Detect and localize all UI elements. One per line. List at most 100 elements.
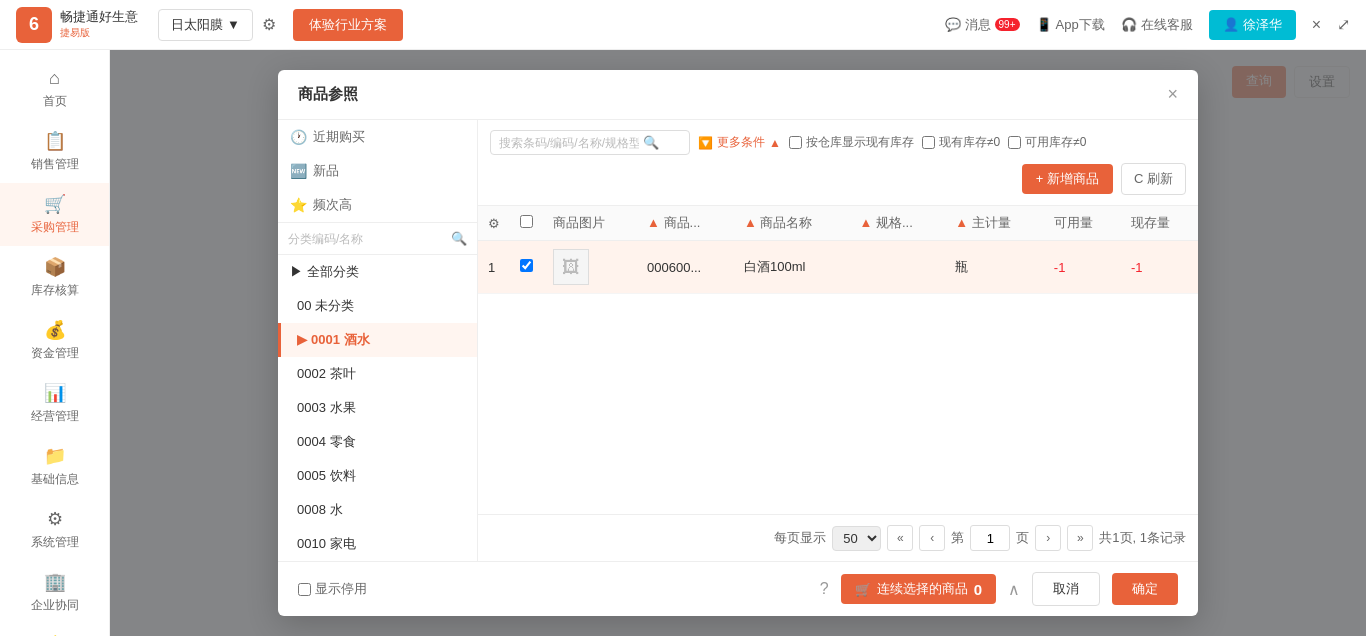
category-item-0002[interactable]: 0002 茶叶 bbox=[278, 357, 477, 391]
sidebar-item-operation[interactable]: 📊 经营管理 bbox=[0, 372, 109, 435]
col-settings[interactable]: ⚙ bbox=[478, 206, 510, 241]
cancel-btn[interactable]: 取消 bbox=[1032, 572, 1100, 606]
message-icon: 💬 bbox=[945, 17, 961, 32]
footer-cart-area: ? 🛒 连续选择的商品 0 ∧ 取消 确定 bbox=[820, 572, 1178, 606]
tab-frequent[interactable]: ⭐ 频次高 bbox=[278, 188, 477, 222]
row-stock-cell: -1 bbox=[1121, 241, 1198, 294]
sales-icon: 📋 bbox=[44, 130, 66, 152]
star-icon: ⭐ bbox=[290, 197, 307, 213]
content-area: 查询 设置 商品参照 × 🕐 bbox=[110, 50, 1366, 636]
warehouse-checkbox-input[interactable] bbox=[789, 136, 802, 149]
sidebar: ⌂ 首页 📋 销售管理 🛒 采购管理 📦 库存核算 💰 资金管理 📊 经营管理 … bbox=[0, 50, 110, 636]
sidebar-item-system[interactable]: ⚙ 系统管理 bbox=[0, 498, 109, 561]
refresh-btn[interactable]: C 刷新 bbox=[1121, 163, 1186, 195]
finance-icon: 💰 bbox=[44, 319, 66, 341]
sidebar-item-inventory[interactable]: 📦 库存核算 bbox=[0, 246, 109, 309]
category-item-0001[interactable]: ▶0001 酒水 bbox=[278, 323, 477, 357]
checkbox-available-ne0[interactable]: 可用库存≠0 bbox=[1008, 134, 1086, 151]
category-item-0010[interactable]: 0010 家电 bbox=[278, 527, 477, 561]
cart-btn[interactable]: 🛒 连续选择的商品 0 bbox=[841, 574, 996, 604]
store-dropdown[interactable]: 日太阳膜 ▼ bbox=[158, 9, 253, 41]
page-input[interactable] bbox=[970, 525, 1010, 551]
sidebar-item-finance[interactable]: 💰 资金管理 bbox=[0, 309, 109, 372]
tab-new[interactable]: 🆕 新品 bbox=[278, 154, 477, 188]
sidebar-item-guide[interactable]: 🌟 新手引导 bbox=[0, 624, 109, 636]
toolbar-right: + 新增商品 C 刷新 bbox=[1022, 163, 1186, 195]
product-panel: 🔍 🔽 更多条件 ▲ 按仓库显示现有库存 bbox=[478, 120, 1198, 561]
product-search-input[interactable] bbox=[499, 136, 639, 150]
confirm-btn[interactable]: 确定 bbox=[1112, 573, 1178, 605]
category-item-0003[interactable]: 0003 水果 bbox=[278, 391, 477, 425]
modal-title: 商品参照 bbox=[298, 85, 358, 104]
sidebar-item-label: 库存核算 bbox=[31, 282, 79, 299]
cart-icon: 🛒 bbox=[855, 582, 871, 597]
page-first-btn[interactable]: « bbox=[887, 525, 913, 551]
sidebar-item-purchase[interactable]: 🛒 采购管理 bbox=[0, 183, 109, 246]
logo-text: 畅捷通好生意 捷易版 bbox=[60, 9, 138, 40]
sidebar-item-sales[interactable]: 📋 销售管理 bbox=[0, 120, 109, 183]
product-search-icon[interactable]: 🔍 bbox=[643, 135, 659, 150]
sidebar-item-label: 首页 bbox=[43, 93, 67, 110]
message-btn[interactable]: 💬 消息 99+ bbox=[945, 16, 1020, 34]
page-prev-btn[interactable]: ‹ bbox=[919, 525, 945, 551]
page-size-select[interactable]: 50 bbox=[832, 526, 881, 551]
col-available: 可用量 bbox=[1044, 206, 1121, 241]
page-next-btn[interactable]: › bbox=[1035, 525, 1061, 551]
category-search-icon[interactable]: 🔍 bbox=[451, 231, 467, 246]
row-num-cell: 1 bbox=[478, 241, 510, 294]
experience-btn[interactable]: 体验行业方案 bbox=[293, 9, 403, 41]
sidebar-item-basic[interactable]: 📁 基础信息 bbox=[0, 435, 109, 498]
category-tabs: 🕐 近期购买 🆕 新品 ⭐ 频次高 bbox=[278, 120, 477, 223]
table-row[interactable]: 1 🖼 000600... 白酒100ml bbox=[478, 241, 1198, 294]
new-icon: 🆕 bbox=[290, 163, 307, 179]
tab-recent[interactable]: 🕐 近期购买 bbox=[278, 120, 477, 154]
checkbox-warehouse[interactable]: 按仓库显示现有库存 bbox=[789, 134, 914, 151]
expand-window-btn[interactable]: ⤢ bbox=[1337, 15, 1350, 34]
category-search-input[interactable] bbox=[288, 232, 447, 246]
select-all-checkbox[interactable] bbox=[520, 215, 533, 228]
available-ne0-checkbox-input[interactable] bbox=[1008, 136, 1021, 149]
recent-icon: 🕐 bbox=[290, 129, 307, 145]
more-filter-btn[interactable]: 🔽 更多条件 ▲ bbox=[698, 134, 781, 151]
collapse-panel-btn[interactable]: 《 bbox=[477, 321, 478, 361]
close-window-btn[interactable]: × bbox=[1312, 16, 1321, 34]
inventory-ne0-checkbox-input[interactable] bbox=[922, 136, 935, 149]
headset-icon: 🎧 bbox=[1121, 17, 1137, 32]
purchase-icon: 🛒 bbox=[44, 193, 66, 215]
app-download-btn[interactable]: 📱 App下载 bbox=[1036, 16, 1105, 34]
modal-overlay: 商品参照 × 🕐 近期购买 🆕 bbox=[110, 50, 1366, 636]
checkbox-inventory-ne0[interactable]: 现有库存≠0 bbox=[922, 134, 1000, 151]
show-disabled-checkbox[interactable]: 显示停用 bbox=[298, 580, 367, 598]
col-name[interactable]: ▲ 商品名称 bbox=[734, 206, 850, 241]
user-area[interactable]: 👤 徐泽华 bbox=[1209, 10, 1296, 40]
settings-icon: ⚙ bbox=[488, 216, 500, 231]
help-icon[interactable]: ? bbox=[820, 580, 829, 598]
add-product-btn[interactable]: + 新增商品 bbox=[1022, 164, 1113, 194]
category-item-0008[interactable]: 0008 水 bbox=[278, 493, 477, 527]
sidebar-item-label: 采购管理 bbox=[31, 219, 79, 236]
settings-icon[interactable]: ⚙ bbox=[253, 9, 285, 41]
avatar: 👤 bbox=[1223, 17, 1239, 32]
page-last-btn[interactable]: » bbox=[1067, 525, 1093, 551]
sidebar-item-enterprise[interactable]: 🏢 企业协同 bbox=[0, 561, 109, 624]
modal-close-btn[interactable]: × bbox=[1167, 84, 1178, 105]
pagination-bar: 每页显示 50 « ‹ 第 页 › » 共1页, 1条记录 bbox=[478, 514, 1198, 561]
row-checkbox[interactable] bbox=[520, 259, 533, 272]
col-spec[interactable]: ▲ 规格... bbox=[850, 206, 946, 241]
product-reference-modal: 商品参照 × 🕐 近期购买 🆕 bbox=[278, 70, 1198, 616]
category-item-uncategorized[interactable]: 00 未分类 bbox=[278, 289, 477, 323]
collapse-cart-btn[interactable]: ∧ bbox=[1008, 580, 1020, 599]
main-layout: ⌂ 首页 📋 销售管理 🛒 采购管理 📦 库存核算 💰 资金管理 📊 经营管理 … bbox=[0, 50, 1366, 636]
sidebar-item-label: 基础信息 bbox=[31, 471, 79, 488]
row-checkbox-cell[interactable] bbox=[510, 241, 543, 294]
show-disabled-input[interactable] bbox=[298, 583, 311, 596]
sidebar-item-label: 经营管理 bbox=[31, 408, 79, 425]
sidebar-item-label: 系统管理 bbox=[31, 534, 79, 551]
category-all-item[interactable]: ▶ 全部分类 bbox=[278, 255, 477, 289]
col-code[interactable]: ▲ 商品... bbox=[637, 206, 734, 241]
sidebar-item-home[interactable]: ⌂ 首页 bbox=[0, 58, 109, 120]
col-unit[interactable]: ▲ 主计量 bbox=[945, 206, 1044, 241]
online-service-btn[interactable]: 🎧 在线客服 bbox=[1121, 16, 1193, 34]
category-item-0005[interactable]: 0005 饮料 bbox=[278, 459, 477, 493]
category-item-0004[interactable]: 0004 零食 bbox=[278, 425, 477, 459]
